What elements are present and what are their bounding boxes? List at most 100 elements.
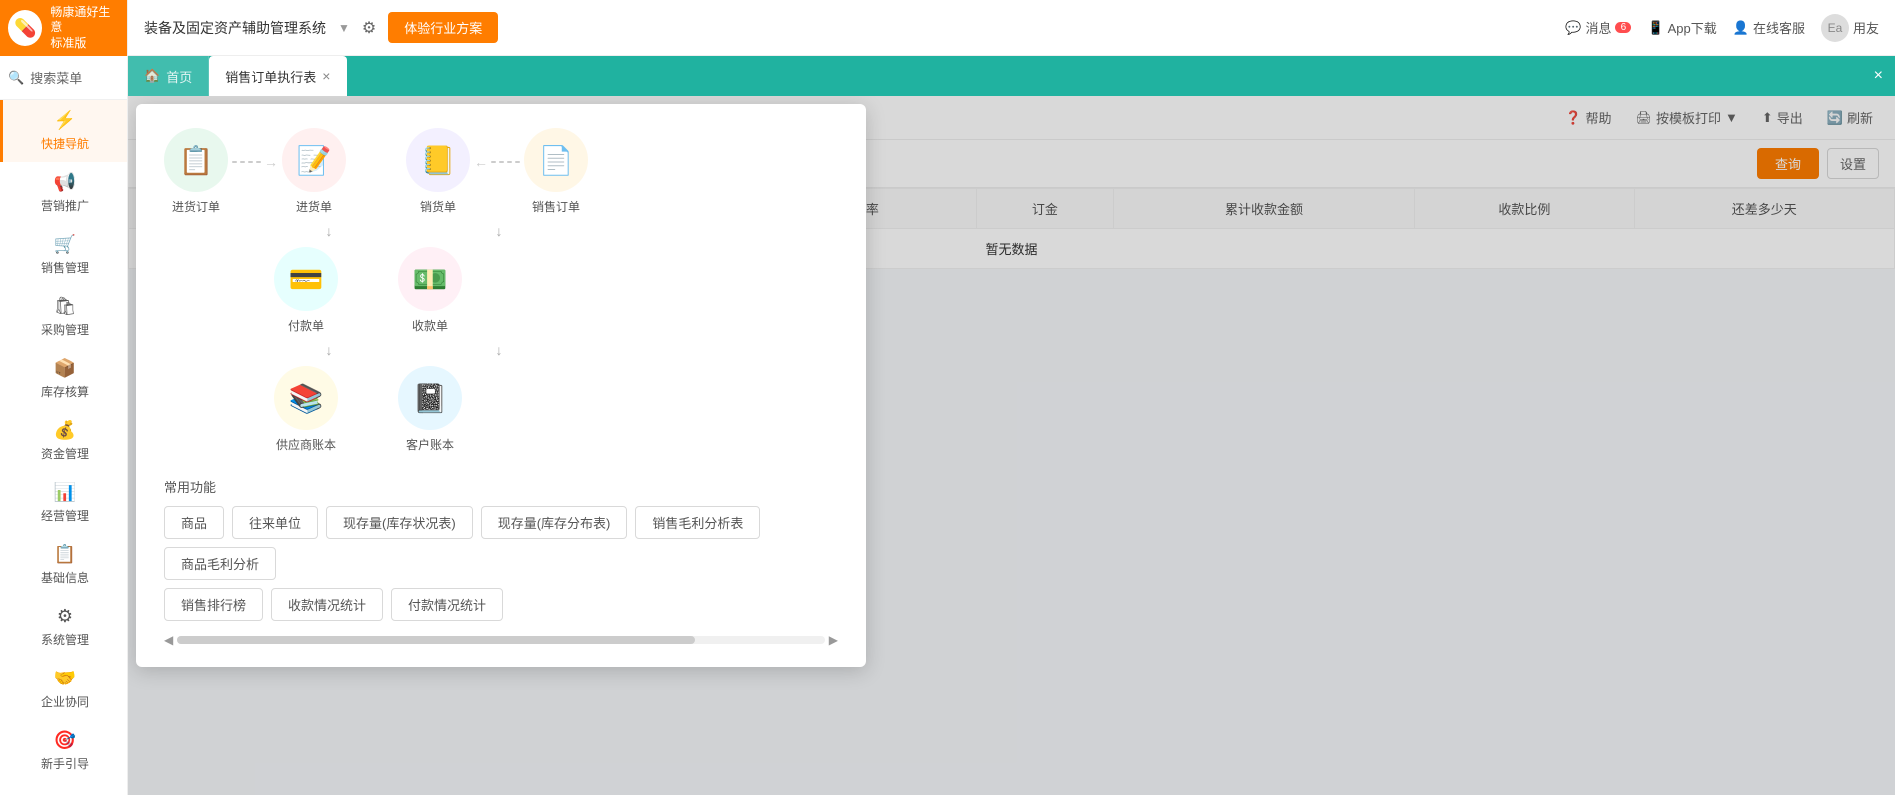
message-item[interactable]: 💬 消息 6 xyxy=(1565,18,1631,37)
func-btn-销售毛利分析表[interactable]: 销售毛利分析表 xyxy=(635,506,760,539)
sale-receipt-label: 销货单 xyxy=(420,198,456,215)
tab-bar: 🏠 首页 销售订单执行表 × × xyxy=(128,56,1895,96)
sidebar-item-marketing[interactable]: 📢 营销推广 xyxy=(0,162,127,224)
flow-node-sale-order[interactable]: 📄 销售订单 xyxy=(524,128,588,215)
sidebar-item-label-system: 系统管理 xyxy=(41,631,89,648)
main-content: ❓ 帮助 🖨 按模板打印 ▼ ⬆ 导出 🔄 刷新 📅 单据状态 ▼ 更多 xyxy=(128,96,1895,795)
online-service-item[interactable]: 👤 在线客服 xyxy=(1733,18,1805,37)
flow-diagram: 📋 进货订单 → 📝 xyxy=(164,128,838,461)
sidebar-item-label-base-info: 基础信息 xyxy=(41,569,89,586)
experience-btn[interactable]: 体验行业方案 xyxy=(388,12,498,43)
payment-icon: 💳 xyxy=(289,263,324,296)
common-functions: 常用功能 商品往来单位现存量(库存状况表)现存量(库存分布表)销售毛利分析表商品… xyxy=(164,477,838,621)
sidebar-item-enterprise[interactable]: 🤝 企业协同 xyxy=(0,658,127,720)
sidebar-item-inventory[interactable]: 📦 库存核算 xyxy=(0,348,127,410)
flow-row-2: 📚 供应商账本 📓 客户账本 xyxy=(274,366,462,453)
flow-node-sale-receipt[interactable]: 📒 销货单 xyxy=(406,128,470,215)
func-row-2: 销售排行榜收款情况统计付款情况统计 xyxy=(164,588,838,621)
func-btn-往来单位[interactable]: 往来单位 xyxy=(232,506,318,539)
sidebar: 💊 畅康通好生意 标准版 🔍 搜索菜单 ⚡ 快捷导航 📢 营销推广 🛒 销售管理… xyxy=(0,0,128,795)
sidebar-item-system[interactable]: ⚙ 系统管理 xyxy=(0,596,127,658)
message-badge: 6 xyxy=(1615,22,1631,33)
flow-node-supplier-ledger[interactable]: 📚 供应商账本 xyxy=(274,366,338,453)
func-row-1: 商品往来单位现存量(库存状况表)现存量(库存分布表)销售毛利分析表商品毛利分析 xyxy=(164,506,838,580)
user-label: 用友 xyxy=(1853,18,1879,37)
scrollbar-right-arrow[interactable]: ▶ xyxy=(829,633,838,647)
arrow-down-1: ↓ xyxy=(274,223,384,239)
sidebar-search[interactable]: 🔍 搜索菜单 xyxy=(0,56,127,100)
service-icon: 👤 xyxy=(1733,20,1749,36)
scrollbar-track[interactable] xyxy=(177,636,825,644)
flow-row-1: 💳 付款单 💵 收款单 xyxy=(274,247,462,334)
func-btn-商品毛利分析[interactable]: 商品毛利分析 xyxy=(164,547,276,580)
tab-close-icon[interactable]: × xyxy=(322,68,330,84)
tab-home-label: 首页 xyxy=(166,67,192,86)
search-menu-button[interactable]: 🔍 搜索菜单 xyxy=(8,64,119,91)
user-item[interactable]: Ea 用友 xyxy=(1821,14,1879,42)
common-functions-title: 常用功能 xyxy=(164,477,838,496)
flow-arrows-down-2: ↓ ↓ xyxy=(274,342,554,358)
quick-nav-icon: ⚡ xyxy=(54,110,76,131)
payment-label: 付款单 xyxy=(288,317,324,334)
flow-arrows-down: ↓ ↓ xyxy=(274,223,554,239)
app-download-item[interactable]: 📱 App下载 xyxy=(1647,18,1716,37)
sidebar-item-base-info[interactable]: 📋 基础信息 xyxy=(0,534,127,596)
system-title: 装备及固定资产辅助管理系统 xyxy=(144,18,326,38)
dropdown-arrow-icon[interactable]: ▼ xyxy=(338,21,350,35)
system-icon: ⚙ xyxy=(57,606,73,627)
tab-sales-order-label: 销售订单执行表 xyxy=(225,67,316,86)
message-icon: 💬 xyxy=(1565,20,1581,36)
popup-scrollbar[interactable]: ◀ ▶ xyxy=(164,633,838,647)
arrow-down-3: ↓ xyxy=(274,342,384,358)
flow-node-purchase-order[interactable]: 📋 进货订单 xyxy=(164,128,228,215)
sidebar-item-purchase[interactable]: 🛍 采购管理 xyxy=(0,286,127,348)
popup-overlay[interactable]: 📋 进货订单 → 📝 xyxy=(128,96,1895,795)
marketing-icon: 📢 xyxy=(54,172,76,193)
purchase-icon: 🛍 xyxy=(54,296,77,317)
flow-node-payment[interactable]: 💳 付款单 xyxy=(274,247,338,334)
sidebar-item-label-marketing: 营销推广 xyxy=(41,197,89,214)
supplier-ledger-icon: 📚 xyxy=(289,382,324,415)
search-menu-label: 搜索菜单 xyxy=(30,68,82,87)
sidebar-item-newbie[interactable]: 🎯 新手引导 xyxy=(0,720,127,782)
avatar: Ea xyxy=(1821,14,1849,42)
finance-icon: 💰 xyxy=(54,420,76,441)
tab-sales-order[interactable]: 销售订单执行表 × xyxy=(209,56,347,96)
popup: 📋 进货订单 → 📝 xyxy=(136,104,866,667)
flow-node-customer-ledger[interactable]: 📓 客户账本 xyxy=(398,366,462,453)
sidebar-items: ⚡ 快捷导航 📢 营销推广 🛒 销售管理 🛍 采购管理 📦 库存核算 💰 资金管… xyxy=(0,100,127,782)
sidebar-item-sales[interactable]: 🛒 销售管理 xyxy=(0,224,127,286)
header: 装备及固定资产辅助管理系统 ▼ ⚙ 体验行业方案 💬 消息 6 📱 App下载 … xyxy=(128,0,1895,56)
logo-text-line1: 畅康通好生意 xyxy=(50,5,119,36)
func-btn-现存量(库存状况表)[interactable]: 现存量(库存状况表) xyxy=(326,506,473,539)
download-icon: 📱 xyxy=(1647,20,1663,36)
tab-bar-close-icon[interactable]: × xyxy=(1862,56,1895,96)
func-btn-付款情况统计[interactable]: 付款情况统计 xyxy=(391,588,503,621)
arrow-h-1: → xyxy=(232,154,278,170)
sidebar-item-label-enterprise: 企业协同 xyxy=(41,693,89,710)
sidebar-item-label-quick-nav: 快捷导航 xyxy=(41,135,89,152)
purchase-receipt-icon: 📝 xyxy=(297,144,332,177)
gear-icon[interactable]: ⚙ xyxy=(362,18,376,38)
sale-receipt-icon: 📒 xyxy=(421,144,456,177)
sidebar-item-quick-nav[interactable]: ⚡ 快捷导航 xyxy=(0,100,127,162)
func-btn-收款情况统计[interactable]: 收款情况统计 xyxy=(271,588,383,621)
flow-node-purchase-receipt[interactable]: 📝 进货单 xyxy=(282,128,346,215)
flow-node-receipt[interactable]: 💵 收款单 xyxy=(398,247,462,334)
base-info-icon: 📋 xyxy=(54,544,76,565)
message-label: 消息 xyxy=(1585,18,1611,37)
func-btn-现存量(库存分布表)[interactable]: 现存量(库存分布表) xyxy=(481,506,628,539)
newbie-icon: 🎯 xyxy=(54,730,76,751)
func-btn-销售排行榜[interactable]: 销售排行榜 xyxy=(164,588,263,621)
scrollbar-left-arrow[interactable]: ◀ xyxy=(164,633,173,647)
purchase-receipt-label: 进货单 xyxy=(296,198,332,215)
sales-icon: 🛒 xyxy=(54,234,76,255)
sidebar-item-finance[interactable]: 💰 资金管理 xyxy=(0,410,127,472)
supplier-ledger-label: 供应商账本 xyxy=(276,436,336,453)
sidebar-item-operations[interactable]: 📊 经营管理 xyxy=(0,472,127,534)
logo-text-line2: 标准版 xyxy=(50,36,119,52)
tab-home[interactable]: 🏠 首页 xyxy=(128,56,209,96)
online-service-label: 在线客服 xyxy=(1753,18,1805,37)
func-btn-商品[interactable]: 商品 xyxy=(164,506,224,539)
customer-ledger-icon: 📓 xyxy=(413,382,448,415)
